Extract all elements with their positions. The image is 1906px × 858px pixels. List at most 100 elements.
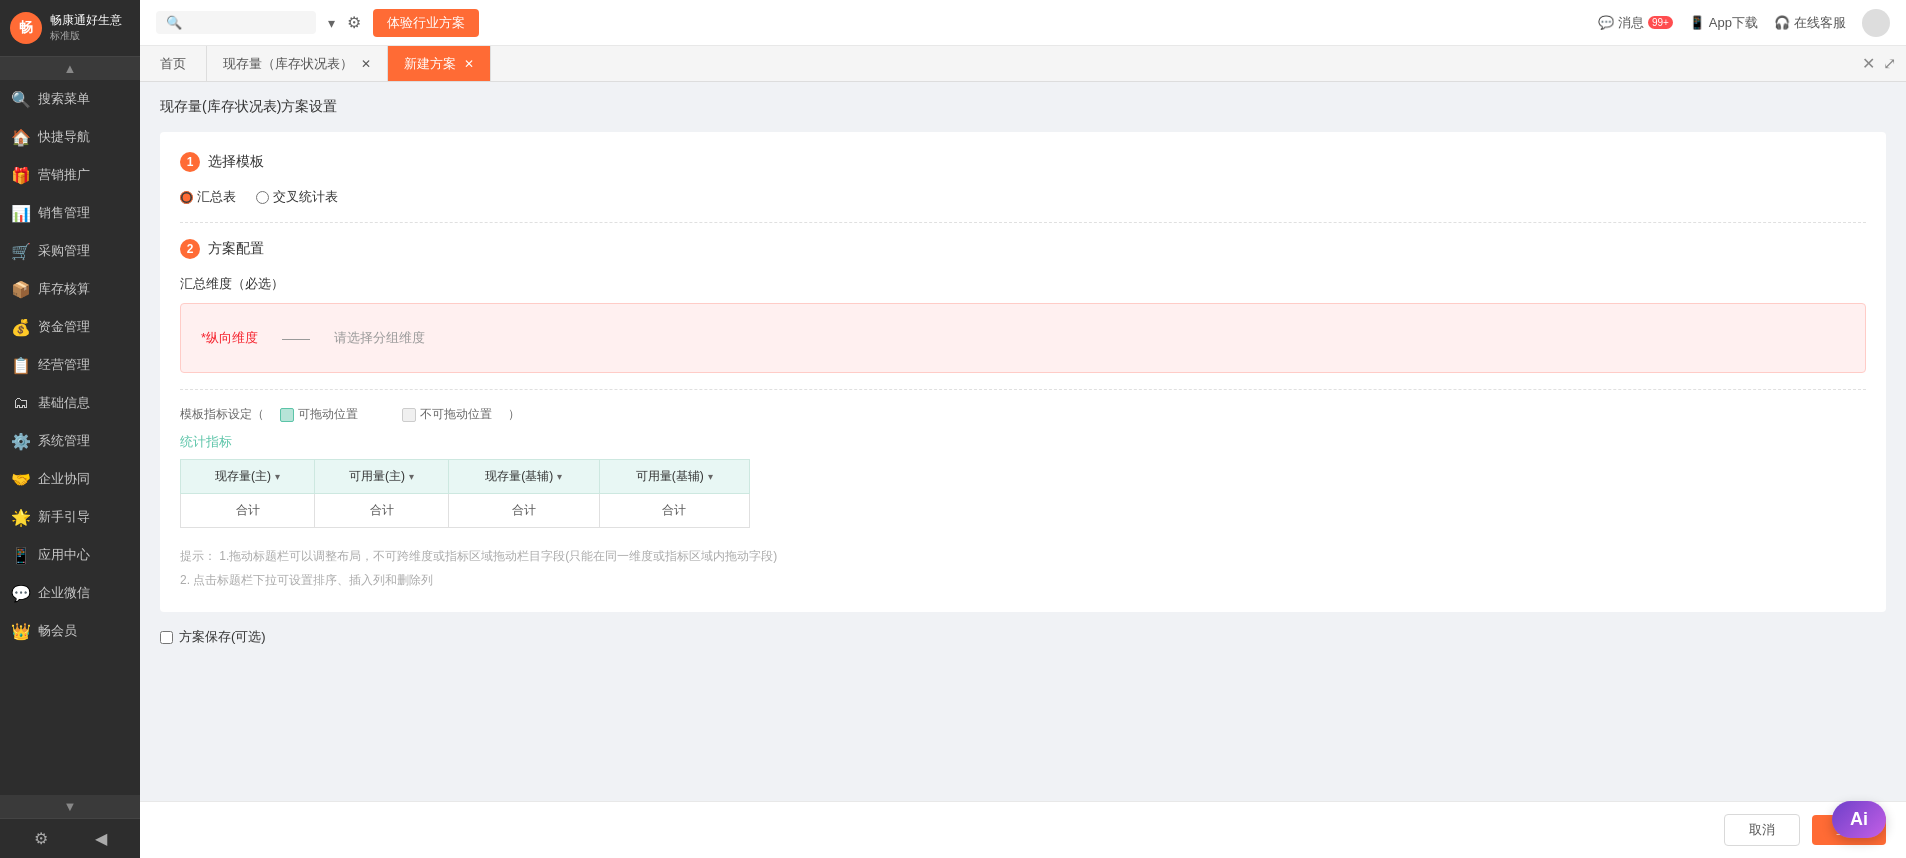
sidebar-item-shortcut[interactable]: 🏠 快捷导航 [0, 118, 140, 156]
main-area: 🔍 ▾ ⚙ 体验行业方案 💬 消息 99+ 📱 App下载 🎧 在线客服 [140, 0, 1906, 858]
radio-summary-label[interactable]: 汇总表 [180, 188, 236, 206]
sidebar-item-basic[interactable]: 🗂 基础信息 [0, 384, 140, 422]
sidebar-item-search[interactable]: 🔍 搜索菜单 [0, 80, 140, 118]
table-th-3: 现存量(基辅) ▾ [449, 460, 599, 494]
sidebar-item-label: 采购管理 [38, 242, 90, 260]
settings-icon[interactable]: ⚙ [34, 829, 48, 848]
sidebar-item-label: 系统管理 [38, 432, 90, 450]
online-service-button[interactable]: 🎧 在线客服 [1774, 14, 1846, 32]
sidebar-item-label: 企业协同 [38, 470, 90, 488]
tab-inventory[interactable]: 现存量（库存状况表） ✕ [207, 46, 388, 81]
chevron-down-icon-2[interactable]: ▾ [409, 471, 414, 482]
sidebar-item-finance[interactable]: 💰 资金管理 [0, 308, 140, 346]
step2-header: 2 方案配置 [180, 239, 1866, 259]
table-row: 合计 合计 合计 合计 [181, 494, 750, 528]
metric-end: ） [508, 406, 520, 423]
chevron-down-icon-1[interactable]: ▾ [275, 471, 280, 482]
sidebar-item-marketing[interactable]: 🎁 营销推广 [0, 156, 140, 194]
chevron-down-icon-4[interactable]: ▾ [708, 471, 713, 482]
trial-industry-button[interactable]: 体验行业方案 [373, 9, 479, 37]
radio-summary[interactable] [180, 191, 193, 204]
message-icon: 💬 [1598, 15, 1614, 30]
ai-fab-button[interactable]: Ai [1832, 801, 1886, 838]
radio-cross-label[interactable]: 交叉统计表 [256, 188, 338, 206]
step1-title: 选择模板 [208, 153, 264, 171]
app-download-label: App下载 [1709, 14, 1758, 32]
sidebar-item-operations[interactable]: 📋 经营管理 [0, 346, 140, 384]
sidebar-item-sales[interactable]: 📊 销售管理 [0, 194, 140, 232]
sidebar-item-label: 应用中心 [38, 546, 90, 564]
tab-new-plan-label: 新建方案 [404, 55, 456, 73]
sidebar-item-label: 营销推广 [38, 166, 90, 184]
tabs-bar: 首页 现存量（库存状况表） ✕ 新建方案 ✕ ✕ ⤢ [140, 46, 1906, 82]
legend-draggable: 可拖动位置 [280, 406, 358, 423]
table-cell-1: 合计 [181, 494, 315, 528]
chart-icon: 📊 [12, 204, 30, 222]
message-label: 消息 [1618, 14, 1644, 32]
sidebar-item-inventory[interactable]: 📦 库存核算 [0, 270, 140, 308]
save-checkbox[interactable] [160, 631, 173, 644]
tips-title-text: 提示： [180, 549, 216, 563]
search-input[interactable] [186, 16, 306, 30]
chevron-down-icon-3[interactable]: ▾ [557, 471, 562, 482]
star-icon: 🌟 [12, 508, 30, 526]
th-3-text: 现存量(基辅) [485, 468, 553, 485]
dim-arrow-icon: —— [282, 330, 310, 346]
message-badge: 99+ [1648, 16, 1673, 29]
sidebar-item-apps[interactable]: 📱 应用中心 [0, 536, 140, 574]
sidebar-item-label: 畅会员 [38, 622, 77, 640]
sidebar-item-label: 企业微信 [38, 584, 90, 602]
expand-icon[interactable]: ⤢ [1883, 54, 1896, 73]
table-cell-3: 合计 [449, 494, 599, 528]
sidebar-item-wechat[interactable]: 💬 企业微信 [0, 574, 140, 612]
radio-summary-text: 汇总表 [197, 188, 236, 206]
home-icon: 🏠 [12, 128, 30, 146]
content-area: 现存量(库存状况表)方案设置 1 选择模板 汇总表 交叉统计表 2 [140, 82, 1906, 801]
topbar-search-box[interactable]: 🔍 [156, 11, 316, 34]
tips-title: 提示： 1.拖动标题栏可以调整布局，不可跨维度或指标区域拖动栏目字段(只能在同一… [180, 544, 1866, 568]
collapse-icon[interactable]: ◀ [95, 829, 107, 848]
metrics-table: 现存量(主) ▾ 可用量(主) ▾ [180, 459, 750, 528]
sidebar-item-system[interactable]: ⚙️ 系统管理 [0, 422, 140, 460]
dropdown-icon[interactable]: ▾ [328, 15, 335, 31]
tab-inventory-close-icon[interactable]: ✕ [361, 57, 371, 71]
cart-icon: 🛒 [12, 242, 30, 260]
section-divider-2 [180, 389, 1866, 390]
gift-icon: 🎁 [12, 166, 30, 184]
mobile-icon: 📱 [12, 546, 30, 564]
app-name: 畅康通好生意 标准版 [50, 13, 122, 43]
cancel-button[interactable]: 取消 [1724, 814, 1800, 846]
sidebar-item-purchase[interactable]: 🛒 采购管理 [0, 232, 140, 270]
table-cell-2: 合计 [315, 494, 449, 528]
box-icon: 📦 [12, 280, 30, 298]
topbar-gear-icon[interactable]: ⚙ [347, 13, 361, 32]
table-th-1: 现存量(主) ▾ [181, 460, 315, 494]
tab-home[interactable]: 首页 [140, 46, 207, 81]
message-button[interactable]: 💬 消息 99+ [1598, 14, 1673, 32]
sidebar-scroll-down[interactable]: ▼ [0, 795, 140, 818]
user-avatar[interactable] [1862, 9, 1890, 37]
handshake-icon: 🤝 [12, 470, 30, 488]
money-icon: 💰 [12, 318, 30, 336]
chat-icon: 💬 [12, 584, 30, 602]
sidebar-item-newbie[interactable]: 🌟 新手引导 [0, 498, 140, 536]
online-service-label: 在线客服 [1794, 14, 1846, 32]
tab-new-plan-close-icon[interactable]: ✕ [464, 57, 474, 71]
tab-new-plan[interactable]: 新建方案 ✕ [388, 46, 491, 81]
sidebar-item-enterprise[interactable]: 🤝 企业协同 [0, 460, 140, 498]
metric-separator [374, 406, 386, 423]
radio-cross[interactable] [256, 191, 269, 204]
step1-header: 1 选择模板 [180, 152, 1866, 172]
close-icon[interactable]: ✕ [1862, 54, 1875, 73]
sidebar-scroll-up[interactable]: ▲ [0, 57, 140, 80]
sidebar-item-member[interactable]: 👑 畅会员 [0, 612, 140, 650]
app-download-button[interactable]: 📱 App下载 [1689, 14, 1758, 32]
sidebar-item-label: 搜索菜单 [38, 90, 90, 108]
headset-icon: 🎧 [1774, 15, 1790, 30]
table-th-2: 可用量(主) ▾ [315, 460, 449, 494]
step2-badge: 2 [180, 239, 200, 259]
legend-non-draggable: 不可拖动位置 [402, 406, 492, 423]
search-menu-icon: 🔍 [12, 90, 30, 108]
radio-cross-text: 交叉统计表 [273, 188, 338, 206]
dim-field-label: *纵向维度 [201, 329, 258, 347]
